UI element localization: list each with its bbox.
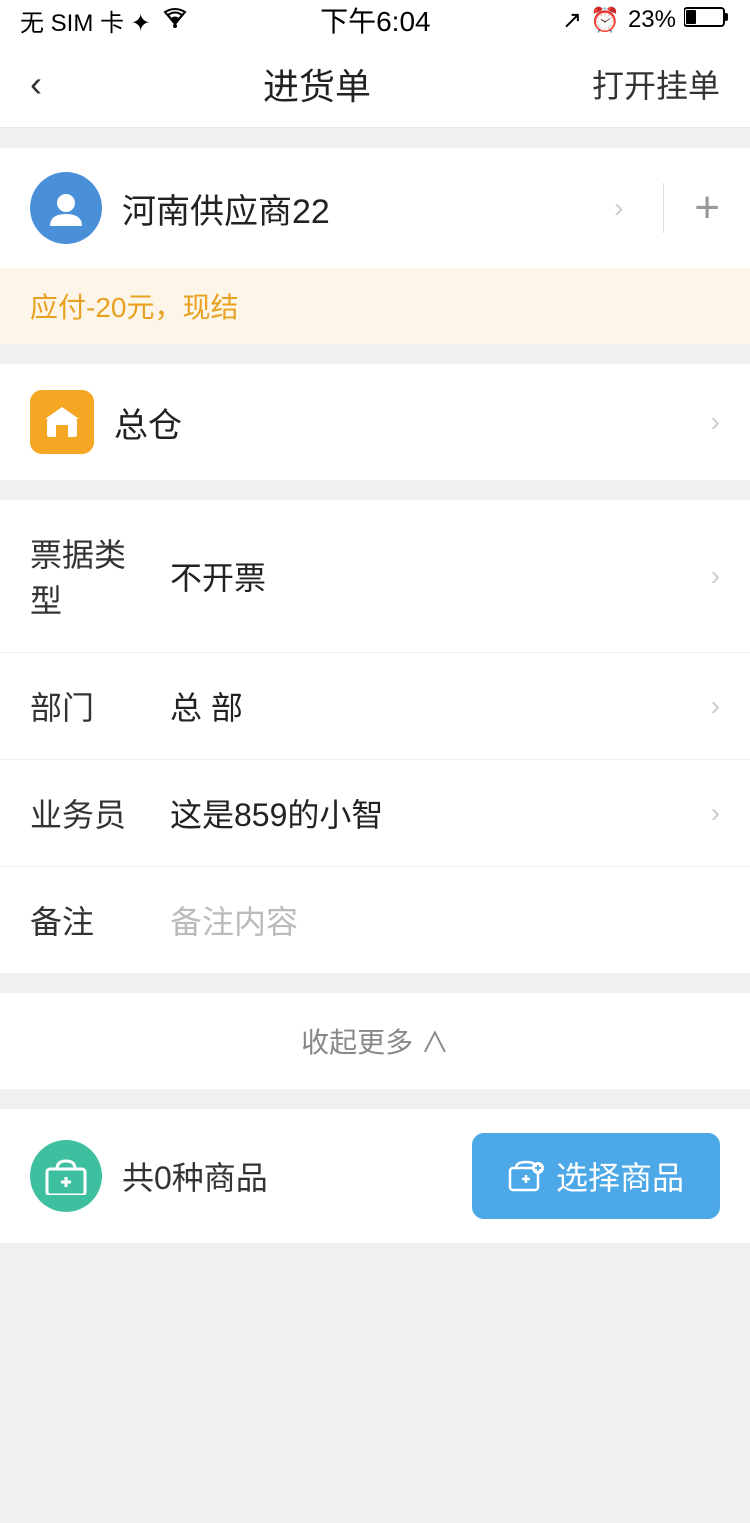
back-button[interactable]: ‹ — [30, 63, 42, 105]
product-count: 共0种商品 — [122, 1153, 452, 1199]
supplier-chevron-icon: › — [614, 192, 623, 224]
wifi-icon — [161, 6, 189, 35]
battery-icon — [684, 6, 730, 35]
supplier-section: 河南供应商22 › + 应付-20元，现结 — [0, 148, 750, 344]
content: 河南供应商22 › + 应付-20元，现结 总仓 › 票据类型 不开票 › — [0, 128, 750, 1523]
notice-text: 应付-20元，现结 — [30, 292, 238, 323]
status-time: 下午6:04 — [320, 0, 431, 40]
ticket-type-chevron-icon: › — [711, 560, 720, 592]
collapse-button[interactable]: 收起更多 ∧ — [0, 993, 750, 1089]
location-icon: ↗ — [562, 6, 582, 35]
warehouse-chevron-icon: › — [711, 406, 720, 438]
gap-1 — [0, 128, 750, 148]
remark-label: 备注 — [30, 897, 150, 943]
collapse-text: 收起更多 ∧ — [301, 1027, 449, 1058]
ticket-type-value: 不开票 — [150, 553, 711, 599]
warehouse-icon — [30, 390, 94, 454]
remark-input[interactable]: 备注内容 — [150, 897, 720, 943]
salesperson-value: 这是859的小智 — [150, 790, 711, 836]
ticket-type-row[interactable]: 票据类型 不开票 › — [0, 500, 750, 653]
salesperson-row[interactable]: 业务员 这是859的小智 › — [0, 760, 750, 867]
remark-row[interactable]: 备注 备注内容 — [0, 867, 750, 973]
remaining-space — [0, 1243, 750, 1523]
supplier-row[interactable]: 河南供应商22 › + — [0, 148, 750, 268]
notice-bar: 应付-20元，现结 — [0, 268, 750, 344]
department-value: 总 部 — [150, 683, 711, 729]
salesperson-label: 业务员 — [30, 790, 150, 836]
nav-bar: ‹ 进货单 打开挂单 — [0, 40, 750, 128]
supplier-name: 河南供应商22 — [122, 184, 614, 233]
status-bar: 无 SIM 卡 ✦ 下午6:04 ↗ ⏰ 23% — [0, 0, 750, 40]
department-chevron-icon: › — [711, 690, 720, 722]
open-pending-button[interactable]: 打开挂单 — [592, 61, 720, 107]
select-product-button[interactable]: 选择商品 — [472, 1133, 720, 1219]
department-label: 部门 — [30, 683, 150, 729]
supplier-avatar — [30, 172, 102, 244]
department-row[interactable]: 部门 总 部 › — [0, 653, 750, 760]
select-btn-label: 选择商品 — [556, 1153, 684, 1199]
bottom-bar: 共0种商品 选择商品 — [0, 1109, 750, 1243]
status-right: ↗ ⏰ 23% — [562, 6, 730, 35]
alarm-icon: ⏰ — [590, 6, 620, 35]
status-left: 无 SIM 卡 ✦ — [20, 3, 189, 38]
product-icon — [30, 1140, 102, 1212]
add-supplier-button[interactable]: + — [694, 186, 720, 230]
sim-status: 无 SIM 卡 ✦ — [20, 3, 151, 38]
page-title: 进货单 — [263, 58, 371, 110]
warehouse-row[interactable]: 总仓 › — [0, 364, 750, 480]
form-section: 票据类型 不开票 › 部门 总 部 › 业务员 这是859的小智 › 备注 备注… — [0, 500, 750, 973]
salesperson-chevron-icon: › — [711, 797, 720, 829]
divider — [663, 183, 664, 233]
ticket-type-label: 票据类型 — [30, 530, 150, 622]
battery-text: 23% — [628, 6, 676, 34]
warehouse-name: 总仓 — [114, 398, 711, 447]
